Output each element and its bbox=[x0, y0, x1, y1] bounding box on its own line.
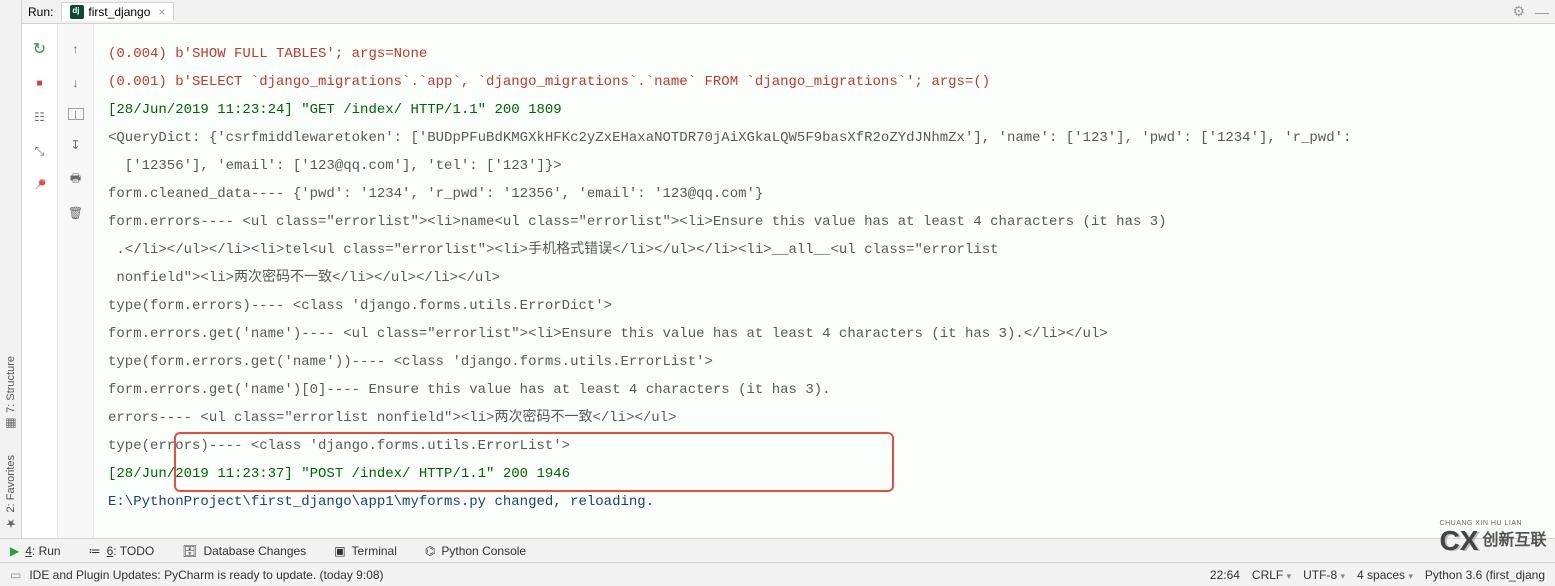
tool-terminal[interactable]: ▣ Terminal bbox=[334, 544, 397, 558]
status-message: IDE and Plugin Updates: PyCharm is ready… bbox=[29, 568, 383, 582]
left-tool-rail: ▦ 7: Structure ★ 2: Favorites bbox=[0, 0, 22, 538]
console-output[interactable]: (0.004) b'SHOW FULL TABLES'; args=None (… bbox=[94, 24, 1555, 538]
run-label: Run: bbox=[28, 5, 53, 19]
rail-structure-button[interactable]: ▦ 7: Structure bbox=[4, 356, 18, 431]
database-icon: 🗄 bbox=[182, 544, 197, 558]
favorites-icon: ★ bbox=[4, 516, 18, 530]
restore-layout-icon[interactable]: ⤡ bbox=[31, 142, 49, 160]
output-action-gutter: ↑ ↓ ↧ 🖶 🗑 bbox=[58, 24, 94, 538]
close-icon[interactable]: × bbox=[158, 5, 165, 19]
scroll-up-icon[interactable]: ↑ bbox=[67, 40, 85, 58]
pin-icon[interactable]: 📍 bbox=[27, 172, 52, 197]
softwrap-icon[interactable] bbox=[68, 108, 84, 120]
watermark-logo: CHUANG XIN HU LIAN CX 创新互联 bbox=[1433, 512, 1553, 562]
console-text: (0.004) b'SHOW FULL TABLES'; args=None (… bbox=[94, 24, 1555, 526]
run-panel-header: Run: first_django × ⚙ — bbox=[22, 0, 1555, 24]
tool-database-changes[interactable]: 🗄 Database Changes bbox=[182, 544, 306, 558]
rail-label: 7: Structure bbox=[5, 356, 17, 413]
caret-position[interactable]: 22:64 bbox=[1210, 568, 1240, 582]
interpreter[interactable]: Python 3.6 (first_djang bbox=[1425, 568, 1545, 582]
scroll-down-icon[interactable]: ↓ bbox=[67, 74, 85, 92]
status-bar: ▭ IDE and Plugin Updates: PyCharm is rea… bbox=[0, 562, 1555, 586]
print-icon[interactable]: 🖶 bbox=[67, 170, 85, 188]
tool-run[interactable]: ▶ 4: Run bbox=[10, 544, 61, 558]
clear-icon[interactable]: 🗑 bbox=[67, 204, 85, 222]
info-icon[interactable]: ▭ bbox=[10, 568, 21, 582]
bottom-toolbar: ▶ 4: Run ≔ 6: TODO 🗄 Database Changes ▣ … bbox=[0, 538, 1555, 562]
structure-icon: ▦ bbox=[4, 417, 18, 431]
encoding[interactable]: UTF-8 ▾ bbox=[1303, 568, 1345, 582]
scroll-end-icon[interactable]: ↧ bbox=[67, 136, 85, 154]
tool-python-console[interactable]: ⌬ Python Console bbox=[425, 544, 526, 558]
run-icon: ▶ bbox=[10, 544, 19, 558]
todo-icon: ≔ bbox=[89, 544, 101, 558]
stop-icon[interactable]: ■ bbox=[31, 74, 49, 92]
terminal-icon: ▣ bbox=[334, 544, 345, 558]
rail-favorites-button[interactable]: ★ 2: Favorites bbox=[4, 455, 18, 530]
line-ending[interactable]: CRLF ▾ bbox=[1252, 568, 1291, 582]
rerun-icon[interactable]: ↻ bbox=[31, 40, 49, 58]
run-tab-label: first_django bbox=[88, 5, 150, 19]
indent-settings[interactable]: 4 spaces ▾ bbox=[1357, 568, 1413, 582]
run-action-gutter: ↻ ■ ☷ ⤡ 📍 bbox=[22, 24, 58, 538]
tool-todo[interactable]: ≔ 6: TODO bbox=[89, 544, 155, 558]
django-icon bbox=[70, 5, 84, 19]
rail-label: 2: Favorites bbox=[5, 455, 17, 512]
gear-icon[interactable]: ⚙ bbox=[1512, 3, 1525, 20]
minimize-icon[interactable]: — bbox=[1535, 4, 1549, 20]
run-tab[interactable]: first_django × bbox=[61, 2, 174, 21]
layout-icon[interactable]: ☷ bbox=[31, 108, 49, 126]
python-icon: ⌬ bbox=[425, 544, 435, 558]
